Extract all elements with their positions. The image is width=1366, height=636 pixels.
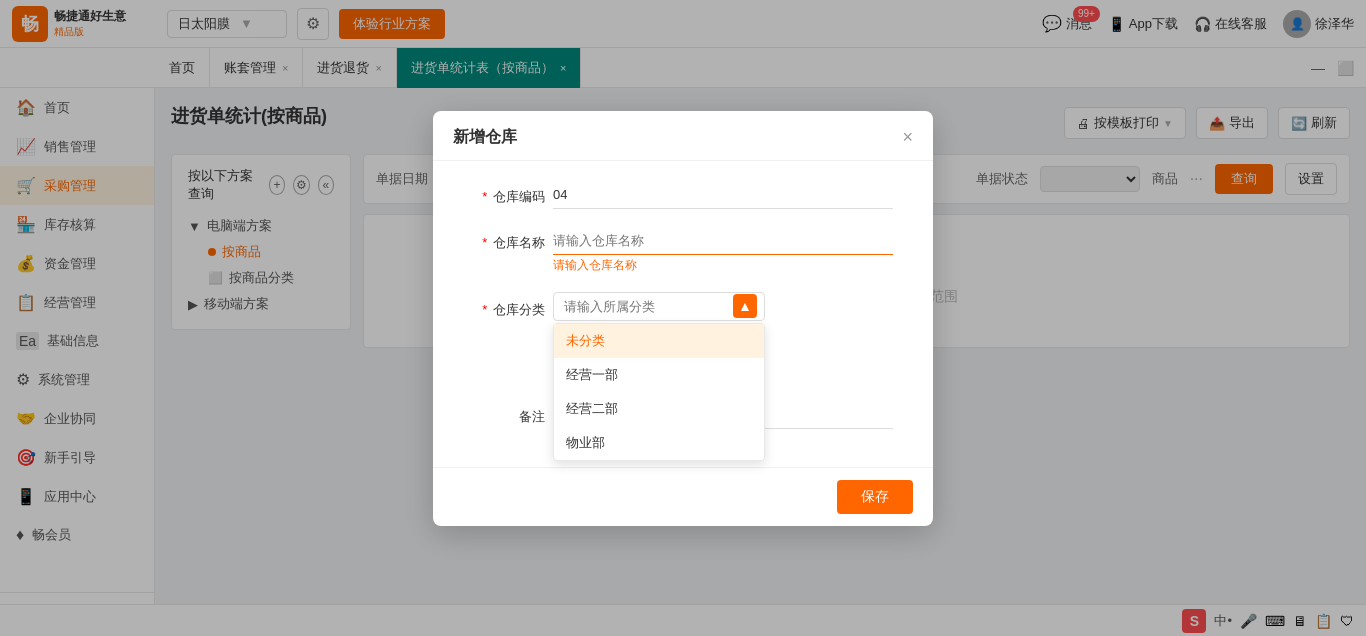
category-select-wrap: ▲ 未分类 经营一部 经营二部 (553, 292, 765, 321)
form-row-name: * 仓库名称 请输入仓库名称 (473, 227, 893, 274)
name-label: * 仓库名称 (473, 227, 553, 252)
required-star-category: * (482, 302, 487, 317)
note-label-text: 备注 (519, 409, 545, 424)
code-input[interactable] (553, 181, 893, 209)
form-row-category: * 仓库分类 ▲ 未分类 经营一部 (473, 292, 893, 321)
dropdown-option-2[interactable]: 经营二部 (554, 392, 764, 426)
dropdown-option-1-label: 经营一部 (566, 367, 618, 382)
name-label-text: 仓库名称 (493, 235, 545, 250)
dropdown-option-3[interactable]: 物业部 (554, 426, 764, 460)
code-input-wrap (553, 181, 893, 209)
dropdown-option-0-label: 未分类 (566, 333, 605, 348)
name-input-wrap: 请输入仓库名称 (553, 227, 893, 274)
category-dropdown-arrow[interactable]: ▲ (733, 294, 757, 318)
modal-overlay: 新增仓库 × * 仓库编码 * 仓库名称 (0, 0, 1366, 636)
name-input[interactable] (553, 227, 893, 255)
category-label: * 仓库分类 (473, 294, 553, 319)
dropdown-option-1[interactable]: 经营一部 (554, 358, 764, 392)
category-label-text: 仓库分类 (493, 302, 545, 317)
modal-add-warehouse: 新增仓库 × * 仓库编码 * 仓库名称 (433, 111, 933, 526)
modal-footer: 保存 (433, 467, 933, 526)
save-button[interactable]: 保存 (837, 480, 913, 514)
category-dropdown: 未分类 经营一部 经营二部 物业部 (553, 323, 765, 461)
modal-title: 新增仓库 (453, 127, 517, 148)
name-error-msg: 请输入仓库名称 (553, 257, 893, 274)
modal-header: 新增仓库 × (433, 111, 933, 161)
dropdown-option-2-label: 经营二部 (566, 401, 618, 416)
code-label: * 仓库编码 (473, 181, 553, 206)
code-label-text: 仓库编码 (493, 189, 545, 204)
modal-body: * 仓库编码 * 仓库名称 请输入仓库名称 (433, 161, 933, 467)
category-row-inner: * 仓库分类 ▲ 未分类 经营一部 (473, 292, 765, 321)
dropdown-option-3-label: 物业部 (566, 435, 605, 450)
form-row-code: * 仓库编码 (473, 181, 893, 209)
required-star-name: * (482, 235, 487, 250)
required-star-code: * (482, 189, 487, 204)
dropdown-option-0[interactable]: 未分类 (554, 324, 764, 358)
note-label: 备注 (473, 401, 553, 426)
modal-close-button[interactable]: × (902, 127, 913, 148)
